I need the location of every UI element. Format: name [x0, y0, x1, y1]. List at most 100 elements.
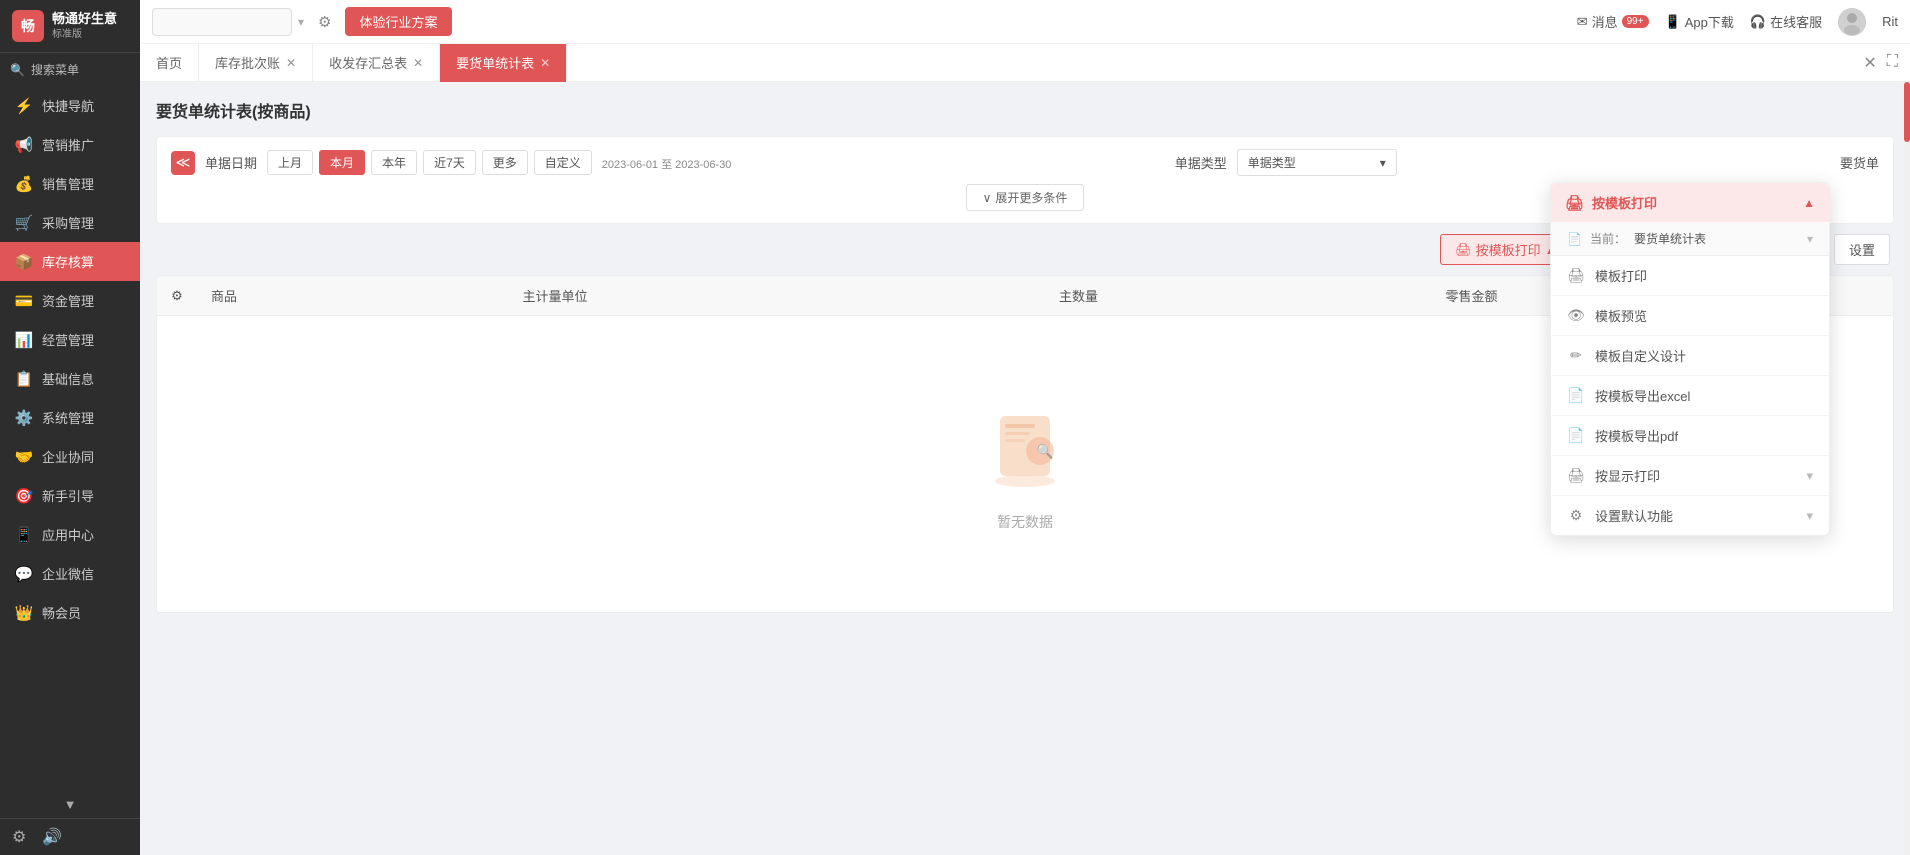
window-close-icon[interactable]: ✕ [1863, 53, 1876, 73]
sidebar-item-quick-nav[interactable]: ⚡ 快捷导航 [0, 86, 140, 125]
purchase-icon: 🛒 [14, 214, 34, 232]
sidebar-nav: ⚡ 快捷导航 📢 营销推广 💰 销售管理 🛒 采购管理 📦 库存核算 💳 资金管… [0, 86, 140, 791]
empty-text: 暂无数据 [997, 512, 1053, 532]
expand-more-icon: ∨ [983, 191, 992, 205]
date-btn-cur-year[interactable]: 本年 [371, 150, 417, 175]
collab-icon: 🤝 [14, 448, 34, 466]
dropdown-item-export-pdf[interactable]: 📄 按模板导出pdf [1551, 416, 1829, 456]
tab-order-stats[interactable]: 要货单统计表 ✕ [440, 44, 567, 82]
app-center-icon: 📱 [14, 526, 34, 544]
sidebar-scroll-down[interactable]: ▼ [0, 791, 140, 818]
online-service-icon: 🎧 [1750, 14, 1766, 30]
filter-expand-btn[interactable]: ≪ [171, 151, 195, 175]
export-excel-icon: 📄 [1567, 387, 1585, 404]
dropdown-item-export-excel[interactable]: 📄 按模板导出excel [1551, 376, 1829, 416]
tab-inventory-batch[interactable]: 库存批次账 ✕ [199, 44, 313, 82]
dropdown-item-set-default[interactable]: ⚙ 设置默认功能 ▾ [1551, 496, 1829, 535]
dropdown-item-display-print[interactable]: 🖨 按显示打印 ▾ [1551, 456, 1829, 496]
app-download-icon: 📱 [1665, 14, 1681, 30]
table-col-qty: 主数量 [1045, 276, 1432, 316]
close-receivable-summary-icon[interactable]: ✕ [413, 56, 423, 70]
page-scrollbar[interactable] [1904, 82, 1910, 855]
dropdown-item-template-preview[interactable]: 👁 模板预览 [1551, 296, 1829, 336]
finance-icon: 💳 [14, 292, 34, 310]
sidebar-item-finance[interactable]: 💳 资金管理 [0, 281, 140, 320]
demo-btn[interactable]: 体验行业方案 [345, 7, 451, 36]
tab-home[interactable]: 首页 [140, 44, 199, 82]
date-btn-cur-month[interactable]: 本月 [319, 150, 365, 175]
sidebar-item-basic[interactable]: 📋 基础信息 [0, 359, 140, 398]
message-icon: ✉ [1577, 14, 1588, 30]
app-logo-icon: 畅 [12, 10, 44, 42]
dropdown-panel: 🖨 按模板打印 ▲ 📄 当前： 要货单统计表 ▾ 🖨 模板打印 👁 模板预览 [1550, 182, 1830, 536]
online-service-btn[interactable]: 🎧 在线客服 [1750, 12, 1822, 31]
template-design-icon: ✏ [1567, 347, 1585, 364]
app-download-btn[interactable]: 📱 App下载 [1665, 12, 1734, 31]
avatar [1838, 8, 1866, 36]
settings-icon[interactable]: ⚙ [12, 827, 26, 847]
display-print-arrow-icon: ▾ [1806, 468, 1813, 484]
close-inventory-batch-icon[interactable]: ✕ [286, 56, 296, 70]
sidebar-item-app-center[interactable]: 📱 应用中心 [0, 515, 140, 554]
sound-icon[interactable]: 🔊 [42, 827, 62, 847]
type-select-arrow-icon: ▾ [1380, 156, 1386, 170]
dropdown-item-template-design[interactable]: ✏ 模板自定义设计 [1551, 336, 1829, 376]
sidebar-item-wechat[interactable]: 💬 企业微信 [0, 554, 140, 593]
type-label: 单据类型 [1175, 153, 1227, 172]
tab-receivable-summary[interactable]: 收发存汇总表 ✕ [313, 44, 440, 82]
sidebar-logo: 畅 畅通好生意 标准版 [0, 0, 140, 53]
close-order-stats-icon[interactable]: ✕ [540, 56, 550, 70]
settings-btn[interactable]: 设置 [1834, 234, 1890, 265]
empty-illustration: 🔍 [975, 396, 1075, 496]
dropdown-print-icon: 🖨 [1565, 194, 1584, 212]
app-logo-text: 畅通好生意 标准版 [52, 11, 117, 41]
topbar-gear-icon[interactable]: ⚙ [318, 13, 331, 31]
sidebar-item-system[interactable]: ⚙️ 系统管理 [0, 398, 140, 437]
topbar-search-input[interactable] [152, 8, 292, 36]
sidebar-item-guide[interactable]: 🎯 新手引导 [0, 476, 140, 515]
basic-icon: 📋 [14, 370, 34, 388]
order-type-label: 要货单 [1840, 153, 1879, 172]
message-btn[interactable]: ✉ 消息 99+ [1577, 12, 1649, 31]
wechat-icon: 💬 [14, 565, 34, 583]
table-col-product: 商品 [197, 276, 509, 316]
date-btn-prev-month[interactable]: 上月 [267, 150, 313, 175]
sidebar-item-collab[interactable]: 🤝 企业协同 [0, 437, 140, 476]
date-btns: 上月 本月 本年 近7天 更多 自定义 [267, 150, 592, 175]
window-maximize-icon[interactable]: ⛶ [1887, 53, 1898, 73]
table-col-settings[interactable]: ⚙ [157, 276, 197, 316]
inventory-icon: 📦 [14, 253, 34, 271]
filter-expand-icon: ≪ [176, 154, 191, 171]
search-icon: 🔍 [10, 63, 25, 77]
current-arrow-icon: ▾ [1807, 232, 1813, 246]
quick-nav-icon: ⚡ [14, 97, 34, 115]
template-preview-icon: 👁 [1567, 307, 1585, 324]
dropdown-current: 📄 当前： 要货单统计表 ▾ [1551, 222, 1829, 256]
type-select[interactable]: 单据类型 ▾ [1237, 149, 1397, 176]
dropdown-item-template-print[interactable]: 🖨 模板打印 [1551, 256, 1829, 296]
sidebar-item-inventory[interactable]: 📦 库存核算 [0, 242, 140, 281]
export-pdf-icon: 📄 [1567, 427, 1585, 444]
sidebar-item-operations[interactable]: 📊 经营管理 [0, 320, 140, 359]
sidebar-item-marketing[interactable]: 📢 营销推广 [0, 125, 140, 164]
date-range-text: 2023-06-01 至 2023-06-30 [602, 156, 732, 172]
date-btn-7days[interactable]: 近7天 [423, 150, 476, 175]
date-btn-custom[interactable]: 自定义 [534, 150, 592, 175]
expand-more-btn[interactable]: ∨ 展开更多条件 [966, 184, 1085, 211]
date-btn-more[interactable]: 更多 [482, 150, 528, 175]
topbar-search-area: ▾ [152, 8, 304, 36]
set-default-icon: ⚙ [1567, 507, 1585, 524]
username-label: Rit [1882, 14, 1898, 29]
date-label: 单据日期 [205, 153, 257, 172]
sidebar-search[interactable]: 🔍 搜索菜单 [0, 53, 140, 86]
sidebar-item-sales[interactable]: 💰 销售管理 [0, 164, 140, 203]
dropdown-header[interactable]: 🖨 按模板打印 ▲ [1551, 183, 1829, 222]
sidebar-item-purchase[interactable]: 🛒 采购管理 [0, 203, 140, 242]
tabs-window-controls: ✕ ⛶ [1851, 53, 1910, 73]
topbar: ▾ ⚙ 体验行业方案 ✉ 消息 99+ 📱 App下载 🎧 在线客服 Rit [140, 0, 1910, 44]
current-icon: 📄 [1567, 232, 1582, 246]
sidebar-item-member[interactable]: 👑 畅会员 [0, 593, 140, 632]
topbar-dropdown-icon[interactable]: ▾ [298, 15, 304, 29]
sidebar: 畅 畅通好生意 标准版 🔍 搜索菜单 ⚡ 快捷导航 📢 营销推广 💰 销售管理 … [0, 0, 140, 855]
guide-icon: 🎯 [14, 487, 34, 505]
